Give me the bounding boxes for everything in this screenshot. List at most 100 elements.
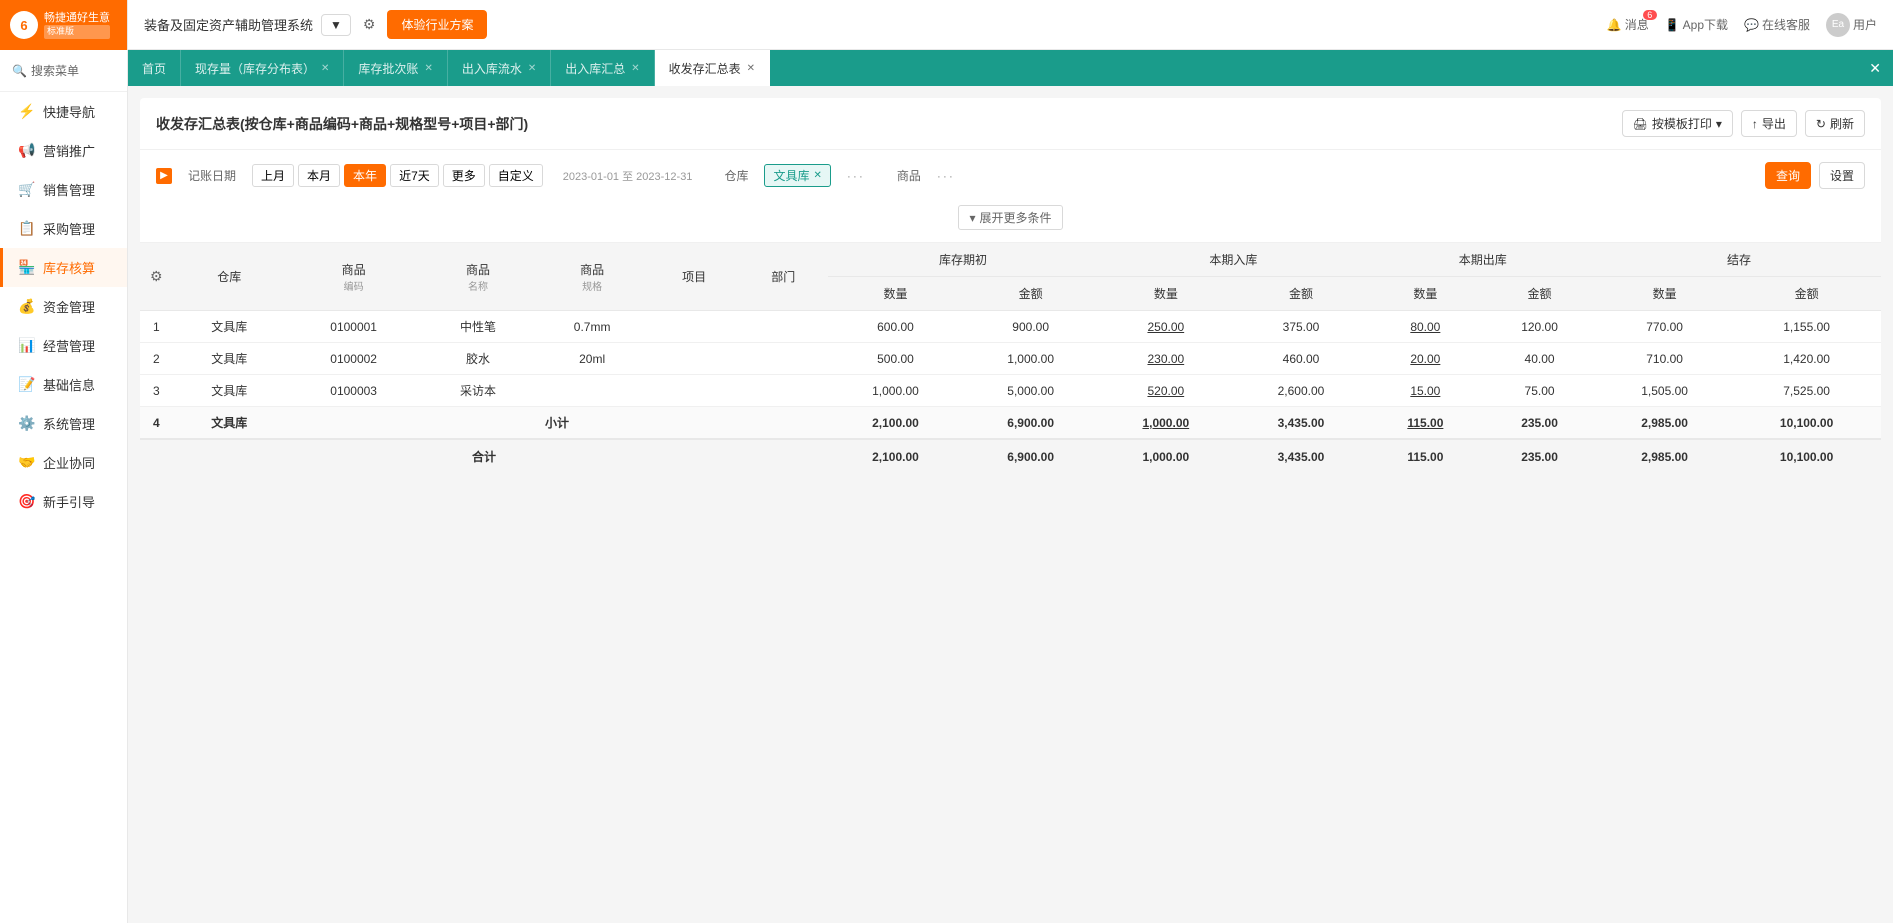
row-out-qty[interactable]: 15.00: [1369, 375, 1483, 407]
query-button[interactable]: 查询: [1765, 162, 1811, 189]
quick-nav-icon: ⚡: [19, 104, 35, 120]
col-balance-amt-header: 金额: [1732, 277, 1881, 311]
app-logo: 6 畅捷通好生意 标准版: [0, 0, 127, 50]
expand-icon: ▾: [969, 211, 975, 225]
table-total-row: 合计 2,100.00 6,900.00 1,000.00 3,435.00 1…: [140, 439, 1881, 473]
enterprise-icon: 🤝: [19, 455, 35, 471]
tab-bar: 首页现存量（库存分布表）✕库存批次账✕出入库流水✕出入库汇总✕收发存汇总表✕ ✕: [128, 50, 1893, 86]
search-icon: 🔍: [12, 64, 27, 78]
total-in-amt: 3,435.00: [1233, 439, 1368, 473]
sidebar-item-quick-nav[interactable]: ⚡ 快捷导航: [0, 92, 127, 131]
row-in-qty[interactable]: 250.00: [1098, 311, 1233, 343]
sidebar-item-purchase[interactable]: 📋采购管理: [0, 209, 127, 248]
row-product-code: 0100002: [286, 343, 421, 375]
sidebar-item-marketing[interactable]: 📢 营销推广: [0, 131, 127, 170]
search-menu-button[interactable]: 🔍搜索菜单: [8, 58, 119, 83]
app-download-button[interactable]: 📱 App下载: [1665, 16, 1728, 33]
sidebar-item-label: 营销推广: [43, 141, 95, 160]
sidebar-item-business[interactable]: 📊经营管理: [0, 326, 127, 365]
gear-button[interactable]: ⚙: [359, 12, 380, 37]
row-project: [650, 375, 739, 407]
product-more-dots[interactable]: ···: [937, 169, 955, 183]
settings-button[interactable]: 设置: [1819, 162, 1865, 189]
sidebar-item-enterprise[interactable]: 🤝企业协同: [0, 443, 127, 482]
system-selector[interactable]: ▼: [321, 14, 351, 36]
row-in-qty[interactable]: 230.00: [1098, 343, 1233, 375]
date-btn-prev-month[interactable]: 上月: [252, 164, 294, 187]
tab-close-inventory-dist[interactable]: ✕: [321, 63, 329, 74]
tab-close-inout-summary[interactable]: ✕: [631, 63, 639, 74]
tab-stock-summary[interactable]: 收发存汇总表✕: [655, 50, 770, 86]
warehouse-tag-close[interactable]: ✕: [813, 170, 821, 181]
sidebar-item-basic-info[interactable]: 📝基础信息: [0, 365, 127, 404]
warehouse-more-dots[interactable]: ···: [847, 169, 865, 183]
marketing-icon: 📢: [19, 143, 35, 159]
row-product-spec: 20ml: [535, 343, 650, 375]
col-opening-amt-header: 金额: [963, 277, 1098, 311]
sidebar-item-system[interactable]: ⚙️系统管理: [0, 404, 127, 443]
col-group-balance-header: 结存: [1597, 243, 1881, 277]
col-product-code-header: 商品编码: [286, 243, 421, 311]
inventory-icon: 🏪: [19, 260, 35, 276]
page-card: 收发存汇总表(按仓库+商品编码+商品+规格型号+项目+部门) 🖨 按模板打印 ▾…: [140, 98, 1881, 473]
filter-section: ▶ 记账日期 上月 本月 本年 近7天 更多 自定义 2023-01-01 至 …: [140, 150, 1881, 243]
print-button[interactable]: 🖨 按模板打印 ▾: [1622, 110, 1733, 137]
row-product-spec: 0.7mm: [535, 311, 650, 343]
date-btn-custom[interactable]: 自定义: [489, 164, 543, 187]
tab-close-batch[interactable]: ✕: [424, 63, 432, 74]
column-settings-icon[interactable]: ⚙: [150, 268, 163, 285]
row-balance-amt: 1,420.00: [1732, 343, 1881, 375]
tab-label: 现存量（库存分布表）: [195, 60, 315, 77]
col-warehouse-header: 仓库: [173, 243, 286, 311]
sidebar-item-label: 快捷导航: [43, 102, 95, 121]
date-btn-current-month[interactable]: 本月: [298, 164, 340, 187]
trial-button[interactable]: 体验行业方案: [387, 10, 487, 39]
date-btn-7days[interactable]: 近7天: [390, 164, 439, 187]
online-service-button[interactable]: 💬 在线客服: [1744, 16, 1810, 33]
row-in-qty[interactable]: 520.00: [1098, 375, 1233, 407]
sidebar-item-newbie[interactable]: 🎯新手引导: [0, 482, 127, 521]
sidebar-item-sales[interactable]: 🛒销售管理: [0, 170, 127, 209]
col-opening-qty-header: 数量: [828, 277, 963, 311]
row-product-name: 胶水: [421, 343, 534, 375]
row-seq: 1: [140, 311, 173, 343]
expand-conditions-button[interactable]: ▾ 展开更多条件: [958, 205, 1062, 230]
notification-button[interactable]: 🔔 App下载 消息 6: [1607, 16, 1649, 33]
collapse-arrow-button[interactable]: ▶: [156, 168, 172, 184]
tab-close-stock-summary[interactable]: ✕: [747, 63, 755, 74]
row-balance-qty: 770.00: [1597, 311, 1732, 343]
col-group-out-header: 本期出库: [1369, 243, 1597, 277]
row-warehouse: 文具库: [173, 375, 286, 407]
tab-inventory-dist[interactable]: 现存量（库存分布表） ✕: [181, 50, 344, 86]
tab-batch[interactable]: 库存批次账✕: [344, 50, 447, 86]
tab-home[interactable]: 首页: [128, 50, 181, 86]
subtotal-label: 小计: [286, 407, 828, 440]
subtotal-seq: 4: [140, 407, 173, 440]
row-in-amt: 2,600.00: [1233, 375, 1368, 407]
subtotal-warehouse: 文具库: [173, 407, 286, 440]
col-in-amt-header: 金额: [1233, 277, 1368, 311]
top-header: 装备及固定资产辅助管理系统 ▼ ⚙ 体验行业方案 🔔 App下载 消息 6 📱 …: [128, 0, 1893, 50]
tab-inout-flow[interactable]: 出入库流水✕: [448, 50, 551, 86]
tab-inout-summary[interactable]: 出入库汇总✕: [551, 50, 654, 86]
purchase-icon: 📋: [19, 221, 35, 237]
sidebar-item-finance[interactable]: 💰资金管理: [0, 287, 127, 326]
row-out-amt: 120.00: [1482, 311, 1597, 343]
tab-close-inout-flow[interactable]: ✕: [528, 63, 536, 74]
row-out-qty[interactable]: 20.00: [1369, 343, 1483, 375]
date-btn-current-year[interactable]: 本年: [344, 164, 386, 187]
col-project-header: 项目: [650, 243, 739, 311]
date-filter-buttons: 上月 本月 本年 近7天 更多 自定义: [252, 164, 543, 187]
subtotal-out-amt: 235.00: [1482, 407, 1597, 440]
date-btn-more[interactable]: 更多: [443, 164, 485, 187]
row-product-name: 中性笔: [421, 311, 534, 343]
row-out-qty[interactable]: 80.00: [1369, 311, 1483, 343]
export-button[interactable]: ↑ 导出: [1741, 110, 1797, 137]
tab-bar-close-button[interactable]: ✕: [1857, 60, 1893, 77]
row-out-amt: 40.00: [1482, 343, 1597, 375]
user-menu-button[interactable]: Ea 用户: [1826, 13, 1877, 37]
warehouse-tag[interactable]: 文具库 ✕: [764, 164, 830, 187]
sidebar-item-inventory[interactable]: 🏪库存核算: [0, 248, 127, 287]
refresh-button[interactable]: ↻ 刷新: [1805, 110, 1865, 137]
sidebar-item-label: 销售管理: [43, 180, 95, 199]
